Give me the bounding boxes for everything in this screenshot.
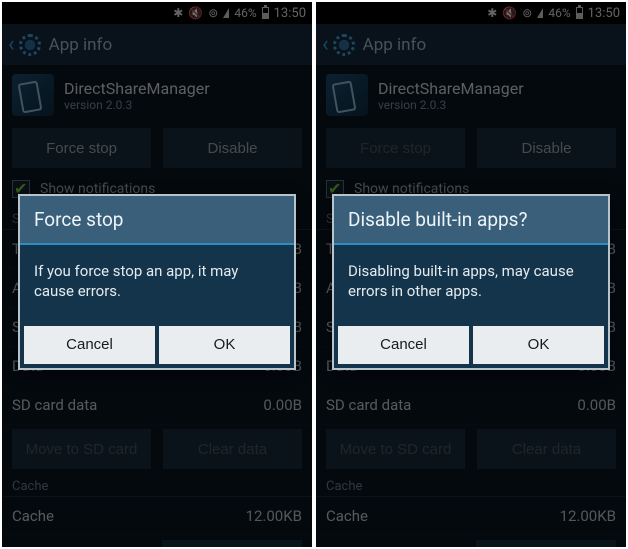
ok-button[interactable]: OK — [159, 326, 290, 364]
dialog-body: If you force stop an app, it may cause e… — [20, 245, 294, 322]
phone-left: ✱ 🔇 ⊚ 46% 13:50 ‹ App info DirectShareMa… — [2, 2, 312, 547]
cancel-button[interactable]: Cancel — [24, 326, 155, 364]
disable-dialog: Disable built-in apps? Disabling built-i… — [332, 194, 610, 370]
force-stop-dialog: Force stop If you force stop an app, it … — [18, 194, 296, 370]
ok-button[interactable]: OK — [473, 326, 604, 364]
cancel-button[interactable]: Cancel — [338, 326, 469, 364]
dialog-title: Disable built-in apps? — [334, 196, 608, 245]
dialog-body: Disabling built-in apps, may cause error… — [334, 245, 608, 322]
dialog-title: Force stop — [20, 196, 294, 245]
phone-right: ✱ 🔇 ⊚ 46% 13:50 ‹ App info DirectShareMa… — [316, 2, 626, 547]
